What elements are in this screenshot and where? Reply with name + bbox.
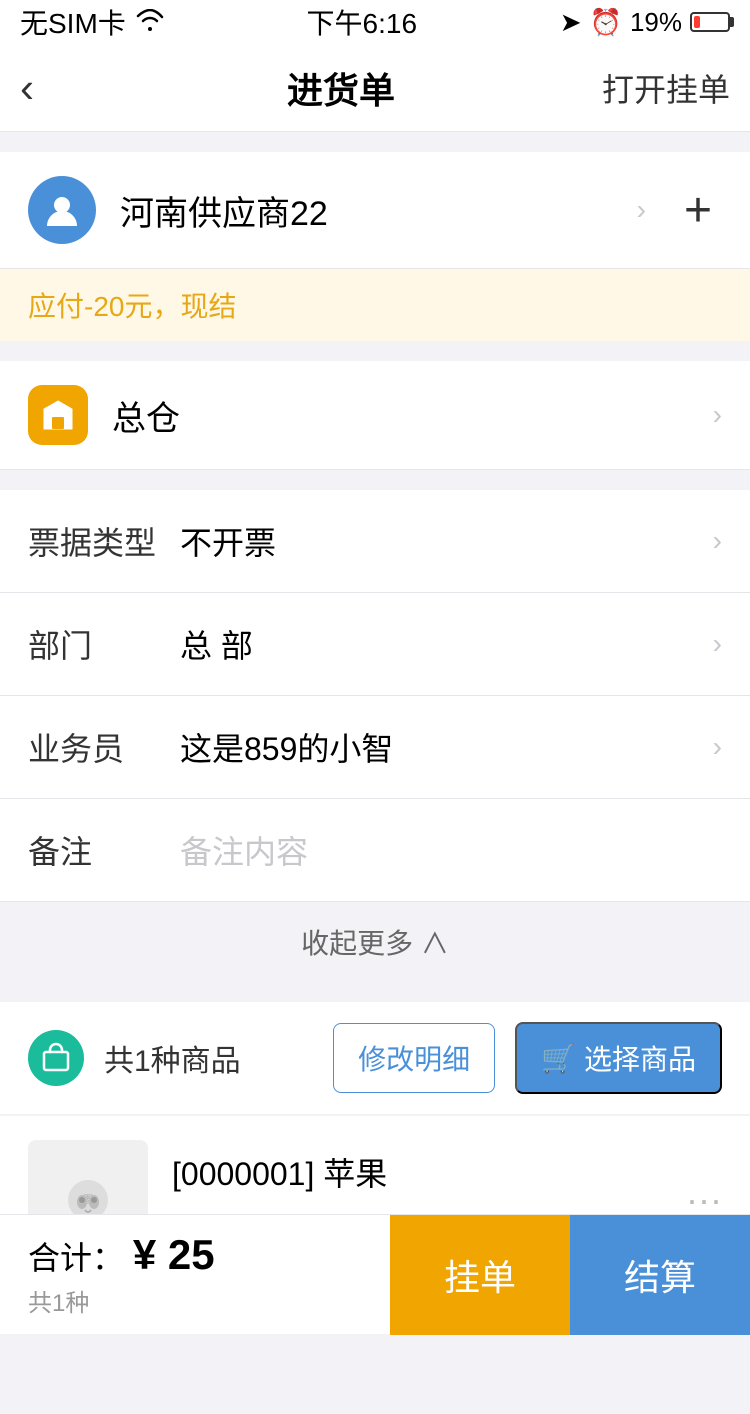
dept-row[interactable]: 部门 总 部 ›: [0, 593, 750, 696]
status-bar: 无SIM卡 下午6:16 ➤ ⏰ 19%: [0, 0, 750, 44]
product-count-icon: [28, 1030, 84, 1086]
supplier-name: 河南供应商22: [120, 186, 621, 235]
dept-label: 部门: [28, 621, 168, 667]
staff-chevron-icon: ›: [713, 731, 722, 763]
notice-banner: 应付-20元，现结: [0, 269, 750, 341]
add-supplier-button[interactable]: +: [674, 183, 722, 238]
invoice-chevron-icon: ›: [713, 525, 722, 557]
remark-label: 备注: [28, 827, 168, 873]
status-right: ➤ ⏰ 19%: [560, 7, 730, 38]
supplier-row[interactable]: 河南供应商22 › +: [0, 152, 750, 269]
product-header: 共1种商品 修改明细 🛒 选择商品: [0, 1002, 750, 1114]
total-row: 合计： ¥ 25: [28, 1231, 362, 1279]
product-title: 苹果: [323, 1156, 387, 1192]
product-name: [0000001] 苹果: [172, 1149, 662, 1195]
nav-bar: ‹ 进货单 打开挂单: [0, 44, 750, 132]
total-amount: ¥ 25: [133, 1231, 215, 1278]
dept-value: 总 部: [180, 621, 697, 667]
battery-icon: [690, 12, 730, 32]
warehouse-chevron-icon: ›: [713, 399, 722, 431]
status-left: 无SIM卡: [20, 2, 164, 42]
total-label: 合计：: [28, 1240, 124, 1276]
time-text: 下午6:16: [307, 2, 418, 42]
alarm-icon: ⏰: [590, 7, 622, 38]
bottom-bar: 合计： ¥ 25 共1种 挂单 结算: [0, 1214, 750, 1334]
collapse-button[interactable]: 收起更多 ∧: [0, 902, 750, 982]
warehouse-icon: [28, 385, 88, 445]
total-count: 共1种: [28, 1283, 362, 1318]
invoice-row[interactable]: 票据类型 不开票 ›: [0, 490, 750, 593]
select-product-label: 选择商品: [584, 1038, 696, 1078]
supplier-chevron-icon: ›: [637, 194, 646, 226]
back-button[interactable]: ‹: [20, 64, 80, 112]
cart-icon: 🛒: [541, 1042, 576, 1075]
supplier-section: 河南供应商22 › + 应付-20元，现结: [0, 152, 750, 341]
dept-chevron-icon: ›: [713, 628, 722, 660]
select-product-button[interactable]: 🛒 选择商品: [515, 1022, 722, 1094]
location-icon: ➤: [560, 7, 582, 38]
hang-button[interactable]: 挂单: [390, 1215, 570, 1335]
notice-text: 应付-20元，现结: [28, 291, 236, 322]
remark-row[interactable]: 备注 备注内容: [0, 799, 750, 902]
remark-input[interactable]: 备注内容: [180, 827, 722, 873]
carrier-text: 无SIM卡: [20, 2, 126, 42]
form-section: 票据类型 不开票 › 部门 总 部 › 业务员 这是859的小智 › 备注 备注…: [0, 490, 750, 902]
invoice-value: 不开票: [180, 518, 697, 564]
battery-percent: 19%: [630, 7, 682, 38]
wifi-icon: [136, 6, 164, 38]
supplier-avatar: [28, 176, 96, 244]
total-section: 合计： ¥ 25 共1种: [0, 1231, 390, 1318]
staff-row[interactable]: 业务员 这是859的小智 ›: [0, 696, 750, 799]
invoice-label: 票据类型: [28, 518, 168, 564]
staff-label: 业务员: [28, 724, 168, 770]
warehouse-row[interactable]: 总仓 ›: [0, 361, 750, 470]
product-count-label: 共1种商品: [104, 1036, 313, 1080]
checkout-button[interactable]: 结算: [570, 1215, 750, 1335]
warehouse-name: 总仓: [112, 391, 697, 440]
edit-detail-button[interactable]: 修改明细: [333, 1023, 495, 1093]
staff-value: 这是859的小智: [180, 724, 697, 770]
open-hang-button[interactable]: 打开挂单: [602, 65, 730, 111]
product-code: [0000001]: [172, 1156, 323, 1192]
page-title: 进货单: [287, 62, 395, 114]
